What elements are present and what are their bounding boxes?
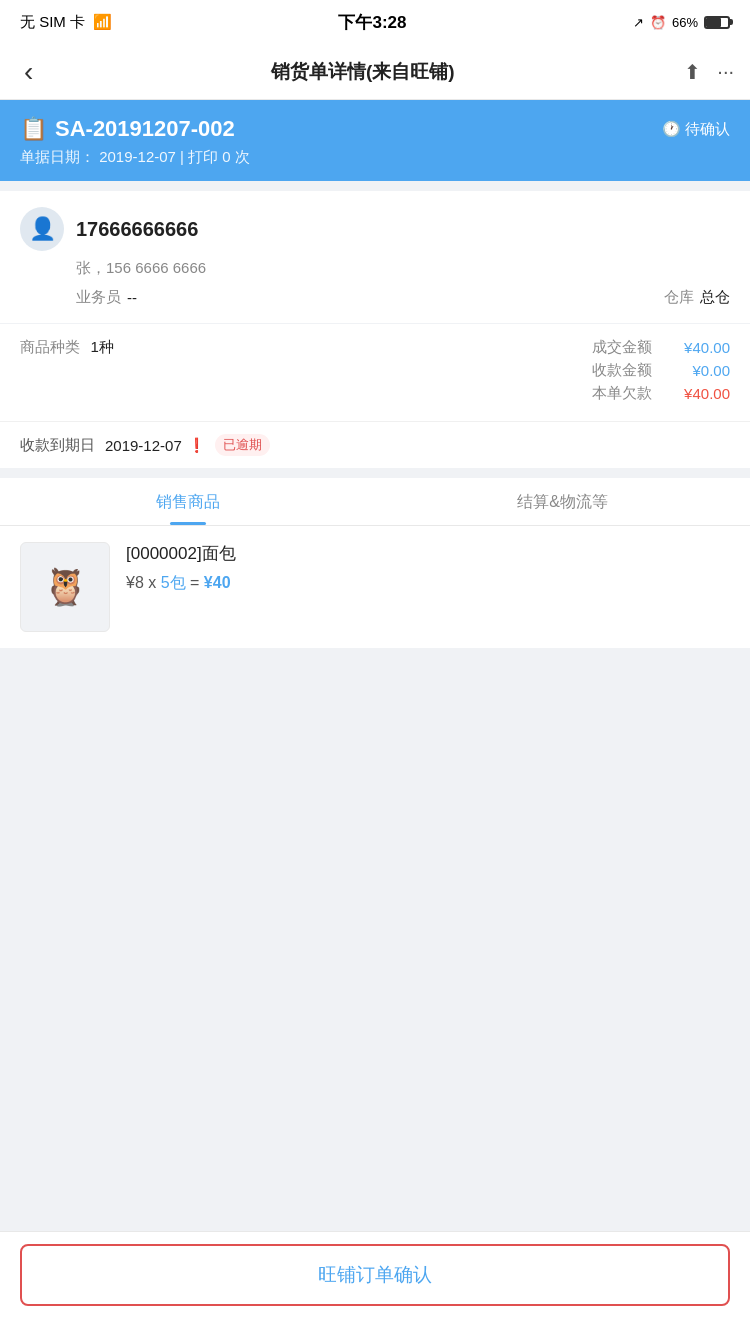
owed-label: 本单欠款 (592, 384, 652, 403)
order-header-card: 📋 SA-20191207-002 🕐 待确认 单据日期： 2019-12-07… (0, 100, 750, 181)
customer-name-info: 张，156 6666 6666 (76, 259, 730, 278)
tabs-bar: 销售商品 结算&物流等 (0, 478, 750, 526)
status-badge: 🕐 待确认 (662, 120, 730, 139)
customer-meta: 业务员 -- 仓库 总仓 (76, 288, 730, 307)
received-value: ¥0.00 (660, 362, 730, 379)
confirm-button[interactable]: 旺铺订单确认 (20, 1244, 730, 1306)
product-thumb-icon: 🦉 (43, 566, 88, 608)
tab-products[interactable]: 销售商品 (0, 478, 375, 525)
warehouse-label: 仓库 (664, 288, 694, 307)
battery-text: 66% (672, 15, 698, 30)
carrier-text: 无 SIM 卡 (20, 13, 85, 32)
overdue-badge-text: 已逾期 (223, 436, 262, 454)
avatar-icon: 👤 (29, 216, 56, 242)
wifi-icon: 📶 (93, 13, 112, 31)
overdue-date: 2019-12-07 (105, 437, 182, 454)
status-text: 待确认 (685, 120, 730, 139)
tab-products-label: 销售商品 (156, 493, 220, 510)
finance-item-received: 收款金额 ¥0.00 (592, 361, 730, 380)
order-date-row: 单据日期： 2019-12-07 | 打印 0 次 (20, 148, 730, 167)
status-time: 下午3:28 (338, 11, 406, 34)
finance-item-owed: 本单欠款 ¥40.00 (592, 384, 730, 403)
nav-bar: ‹ 销货单详情(来自旺铺) ⬆ ··· (0, 44, 750, 100)
empty-area (0, 648, 750, 848)
tab-underline (170, 522, 206, 525)
qty-value: 5包 (161, 574, 186, 591)
status-bar: 无 SIM 卡 📶 下午3:28 ↗ ⏰ 66% (0, 0, 750, 44)
customer-card: 👤 17666666666 张，156 6666 6666 业务员 -- 仓库 … (0, 191, 750, 323)
print-unit: 次 (235, 148, 250, 165)
product-type-value: 1种 (84, 338, 113, 355)
order-date-value: 2019-12-07 (99, 148, 176, 165)
overdue-badge: 已逾期 (215, 434, 270, 456)
price-label: ¥8 x (126, 574, 161, 591)
more-icon[interactable]: ··· (717, 60, 734, 83)
print-count: 0 (222, 148, 230, 165)
status-left: 无 SIM 卡 📶 (20, 13, 112, 32)
overdue-label: 收款到期日 (20, 436, 95, 455)
product-info: [0000002]面包 ¥8 x 5包 = ¥40 (126, 542, 730, 594)
overdue-alert-icon: ❗ (188, 437, 205, 453)
finance-details: 成交金额 ¥40.00 收款金额 ¥0.00 本单欠款 ¥40.00 (592, 338, 730, 407)
deal-value: ¥40.00 (660, 339, 730, 356)
location-icon: ↗ (633, 15, 644, 30)
product-name: [0000002]面包 (126, 542, 730, 565)
back-button[interactable]: ‹ (16, 52, 41, 92)
customer-phone: 17666666666 (76, 218, 198, 241)
bottom-bar: 旺铺订单确认 (0, 1231, 750, 1334)
order-icon: 📋 (20, 116, 47, 142)
product-price: ¥8 x 5包 = ¥40 (126, 573, 730, 594)
status-right: ↗ ⏰ 66% (633, 15, 730, 30)
owed-value: ¥40.00 (660, 385, 730, 402)
product-type-label: 商品种类 (20, 338, 80, 355)
avatar: 👤 (20, 207, 64, 251)
warehouse-value: 总仓 (700, 288, 730, 307)
nav-right-actions: ⬆ ··· (684, 60, 734, 84)
alarm-icon: ⏰ (650, 15, 666, 30)
overdue-row: 收款到期日 2019-12-07 ❗ 已逾期 (0, 421, 750, 468)
sales-value: -- (127, 289, 137, 306)
product-thumbnail: 🦉 (20, 542, 110, 632)
total-value: ¥40 (204, 574, 231, 591)
page-title: 销货单详情(来自旺铺) (271, 59, 455, 85)
order-id: 📋 SA-20191207-002 (20, 116, 235, 142)
date-label: 单据日期： (20, 148, 95, 165)
deal-label: 成交金额 (592, 338, 652, 357)
status-clock-icon: 🕐 (662, 120, 681, 138)
received-label: 收款金额 (592, 361, 652, 380)
order-id-text: SA-20191207-002 (55, 116, 235, 142)
equals-sign: = (186, 574, 204, 591)
finance-item-deal: 成交金额 ¥40.00 (592, 338, 730, 357)
battery-icon (704, 16, 730, 29)
product-item: 🦉 [0000002]面包 ¥8 x 5包 = ¥40 (0, 526, 750, 648)
sales-label: 业务员 (76, 288, 121, 307)
share-icon[interactable]: ⬆ (684, 60, 701, 84)
finance-card: 商品种类 1种 成交金额 ¥40.00 收款金额 ¥0.00 本单欠款 ¥40.… (0, 324, 750, 421)
tab-settlement[interactable]: 结算&物流等 (375, 478, 750, 525)
product-type-group: 商品种类 1种 (20, 338, 114, 357)
tab-settlement-label: 结算&物流等 (517, 493, 608, 510)
print-label: | 打印 (180, 148, 222, 165)
customer-row: 👤 17666666666 (20, 207, 730, 251)
